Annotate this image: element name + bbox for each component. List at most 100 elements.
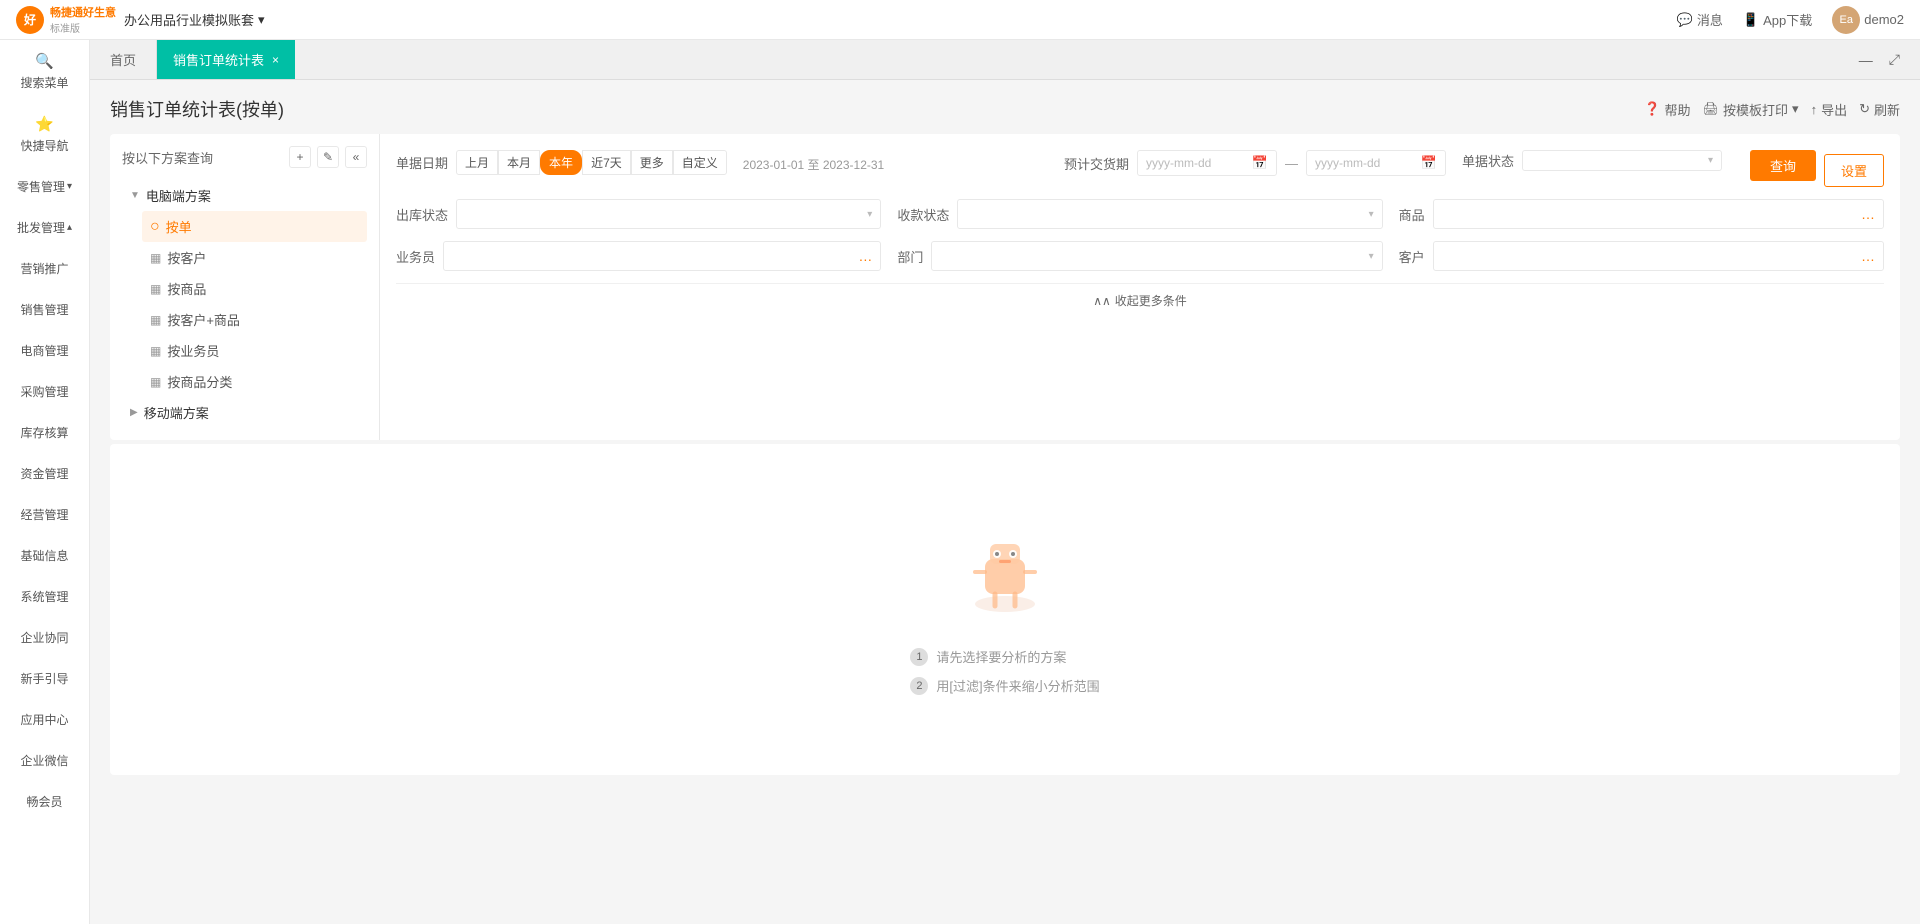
dept-chevron-icon: ▾ xyxy=(1369,251,1374,262)
calendar-end-icon: 📅 xyxy=(1421,155,1437,171)
tab-bar-actions: — ⤢ xyxy=(1855,47,1920,72)
scheme-tree: ▼ 电脑端方案 ○ 按单 ▦ 按客户 xyxy=(122,180,367,428)
scheme-item-by-order[interactable]: ○ 按单 xyxy=(142,211,367,242)
dept-select[interactable]: ▾ xyxy=(931,241,1382,271)
status-select[interactable]: ▾ xyxy=(1522,150,1722,171)
user-menu[interactable]: Ea demo2 xyxy=(1832,6,1904,34)
sidebar-item-inventory[interactable]: 库存核算 xyxy=(0,412,89,453)
expected-date-label: 预计交货期 xyxy=(1064,154,1129,173)
scheme-item-by-customer[interactable]: ▦ 按客户 xyxy=(142,242,367,273)
delivery-filter-group: 出库状态 ▾ xyxy=(396,199,881,229)
date-btn-7days[interactable]: 近7天 xyxy=(582,150,631,175)
sidebar-item-apps[interactable]: 应用中心 xyxy=(0,699,89,740)
edit-icon: ✎ xyxy=(323,150,333,164)
sidebar-item-finance[interactable]: 资金管理 xyxy=(0,453,89,494)
export-icon: ↑ xyxy=(1811,102,1818,117)
page-content: 销售订单统计表(按单) ❓ 帮助 🖨 按模板打印 ▾ ↑ 导出 xyxy=(90,80,1920,924)
print-button[interactable]: 🖨 按模板打印 ▾ xyxy=(1703,100,1799,119)
query-button[interactable]: 查询 xyxy=(1750,150,1816,181)
account-dropdown[interactable]: 办公用品行业模拟账套 ▾ xyxy=(124,10,265,29)
logo-text: 畅捷通好生意 标准版 xyxy=(50,4,116,35)
salesperson-ellipsis-icon: … xyxy=(858,248,872,264)
goods-select[interactable]: … xyxy=(1433,199,1884,229)
export-button[interactable]: ↑ 导出 xyxy=(1811,100,1848,119)
scheme-icon: ▦ xyxy=(150,251,161,265)
payment-select[interactable]: ▾ xyxy=(957,199,1382,229)
settings-button[interactable]: 设置 xyxy=(1824,154,1884,187)
filter-main: 单据日期 上月 本月 本年 近7天 更多 自定义 2023-01-01 至 20… xyxy=(380,134,1900,440)
topbar-right: 💬 消息 📱 App下载 Ea demo2 xyxy=(1677,6,1904,34)
customer-select[interactable]: … xyxy=(1433,241,1884,271)
page-title-bar: 销售订单统计表(按单) ❓ 帮助 🖨 按模板打印 ▾ ↑ 导出 xyxy=(110,96,1900,122)
date-btn-last-month[interactable]: 上月 xyxy=(456,150,498,175)
add-scheme-button[interactable]: + xyxy=(289,146,311,168)
date-btn-more[interactable]: 更多 xyxy=(631,150,673,175)
tab-minimize-button[interactable]: — xyxy=(1855,48,1877,72)
sidebar-item-ecommerce[interactable]: 电商管理 xyxy=(0,330,89,371)
delivery-chevron-icon: ▾ xyxy=(867,209,872,220)
edit-scheme-button[interactable]: ✎ xyxy=(317,146,339,168)
date-label: 单据日期 xyxy=(396,153,448,172)
sidebar-item-sales[interactable]: 销售管理 xyxy=(0,289,89,330)
salesperson-select[interactable]: … xyxy=(443,241,881,271)
tab-sales-stats[interactable]: 销售订单统计表 × xyxy=(157,40,295,79)
date-btn-custom[interactable]: 自定义 xyxy=(673,150,727,175)
scheme-item-by-customer-goods[interactable]: ▦ 按客户+商品 xyxy=(142,304,367,335)
sidebar-item-system[interactable]: 系统管理 xyxy=(0,576,89,617)
message-button[interactable]: 💬 消息 xyxy=(1677,10,1723,29)
sidebar-item-members[interactable]: 畅会员 xyxy=(0,781,89,822)
date-end-input[interactable]: yyyy-mm-dd 📅 xyxy=(1306,150,1446,176)
date-btn-this-month[interactable]: 本月 xyxy=(498,150,540,175)
date-btn-this-year[interactable]: 本年 xyxy=(540,150,582,175)
sidebar-item-wholesale[interactable]: 批发管理 ▴ xyxy=(0,207,89,248)
payment-filter-group: 收款状态 ▾ xyxy=(897,199,1382,229)
date-start-input[interactable]: yyyy-mm-dd 📅 xyxy=(1137,150,1277,176)
scheme-children-pc: ○ 按单 ▦ 按客户 ▦ 按商品 xyxy=(122,211,367,397)
sidebar-item-search[interactable]: 🔍 搜索菜单 xyxy=(0,40,89,103)
scheme-group-mobile[interactable]: ▶ 移动端方案 xyxy=(122,397,367,428)
sidebar-item-purchase[interactable]: 采购管理 xyxy=(0,371,89,412)
step-1-text: 请先选择要分析的方案 xyxy=(936,647,1066,666)
tab-maximize-button[interactable]: ⤢ xyxy=(1885,47,1904,72)
sidebar-item-marketing[interactable]: 营销推广 xyxy=(0,248,89,289)
content-area: 首页 销售订单统计表 × — ⤢ 销售订单统计表(按单) ❓ 帮助 xyxy=(90,40,1920,924)
sidebar-item-newguide[interactable]: 新手引导 xyxy=(0,658,89,699)
dept-label: 部门 xyxy=(897,247,923,266)
scheme-item-by-category[interactable]: ▦ 按商品分类 xyxy=(142,366,367,397)
print-icon: 🖨 xyxy=(1703,101,1720,117)
payment-label: 收款状态 xyxy=(897,205,949,224)
sidebar-item-wechat[interactable]: 企业微信 xyxy=(0,740,89,781)
tab-close-button[interactable]: × xyxy=(272,53,279,67)
scheme-item-by-goods[interactable]: ▦ 按商品 xyxy=(142,273,367,304)
empty-illustration xyxy=(955,524,1055,627)
sidebar-item-shortcuts[interactable]: ⭐ 快捷导航 xyxy=(0,103,89,166)
app-download-button[interactable]: 📱 App下载 xyxy=(1743,10,1812,29)
collapse-nav-button[interactable]: « xyxy=(345,146,367,168)
delivery-select[interactable]: ▾ xyxy=(456,199,881,229)
sidebar-item-retail[interactable]: 零售管理 ▾ xyxy=(0,166,89,207)
print-arrow-icon: ▾ xyxy=(1792,101,1799,117)
refresh-button[interactable]: ↻ 刷新 xyxy=(1859,100,1900,119)
topbar: 好 畅捷通好生意 标准版 办公用品行业模拟账套 ▾ 💬 消息 📱 App下载 E… xyxy=(0,0,1920,40)
help-button[interactable]: ❓ 帮助 xyxy=(1644,100,1690,119)
chevron-right-icon: ▶ xyxy=(130,407,138,418)
filter-row-3: 业务员 … 部门 ▾ xyxy=(396,241,1884,271)
filter-row-1: 单据日期 上月 本月 本年 近7天 更多 自定义 2023-01-01 至 20… xyxy=(396,150,1884,187)
scheme-item-by-salesperson[interactable]: ▦ 按业务员 xyxy=(142,335,367,366)
goods-label: 商品 xyxy=(1399,205,1425,224)
customer-filter-group: 客户 … xyxy=(1399,241,1884,271)
date-separator: — xyxy=(1285,156,1298,171)
sidebar-item-basic[interactable]: 基础信息 xyxy=(0,535,89,576)
search-icon: 🔍 xyxy=(35,52,54,70)
sidebar-item-operations[interactable]: 经营管理 xyxy=(0,494,89,535)
date-filter-group: 单据日期 上月 本月 本年 近7天 更多 自定义 xyxy=(396,150,727,175)
scheme-group-pc[interactable]: ▼ 电脑端方案 xyxy=(122,180,367,211)
sidebar-item-corp[interactable]: 企业协同 xyxy=(0,617,89,658)
chevron-down-icon: ▾ xyxy=(1708,155,1713,166)
tab-home[interactable]: 首页 xyxy=(90,40,157,79)
collapse-btn[interactable]: ∧∧ 收起更多条件 xyxy=(396,283,1884,317)
scheme-icon: ▦ xyxy=(150,313,161,327)
scheme-nav-header: 按以下方案查询 + ✎ « xyxy=(122,146,367,168)
empty-step-1: 1 请先选择要分析的方案 xyxy=(910,647,1099,666)
calendar-start-icon: 📅 xyxy=(1252,155,1268,171)
